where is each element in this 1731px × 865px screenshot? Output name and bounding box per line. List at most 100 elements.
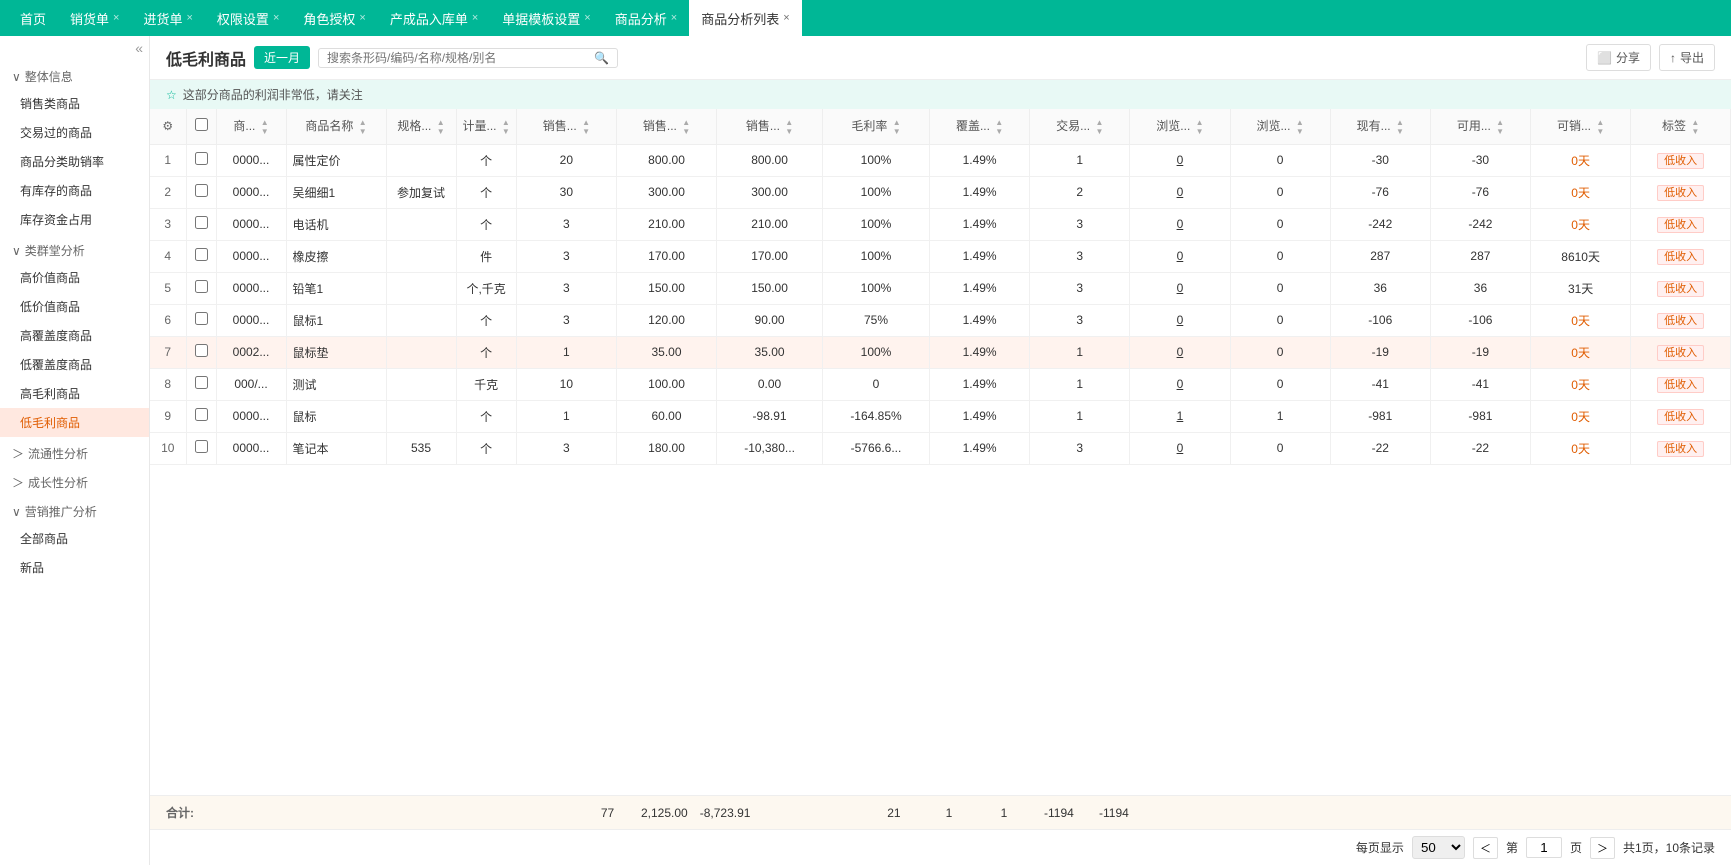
- cell-browse1[interactable]: 0: [1130, 176, 1230, 208]
- th-settings[interactable]: ⚙: [150, 109, 186, 144]
- cell-checkbox[interactable]: [186, 240, 216, 272]
- cell-checkbox[interactable]: [186, 304, 216, 336]
- cell-browse1[interactable]: 0: [1130, 272, 1230, 304]
- th-checkbox[interactable]: [186, 109, 216, 144]
- sidebar-item-high-margin[interactable]: 高毛利商品: [0, 379, 149, 408]
- th-unit[interactable]: 计量... ▲▼: [456, 109, 516, 144]
- row-checkbox[interactable]: [195, 376, 208, 389]
- sidebar-item-traded-goods[interactable]: 交易过的商品: [0, 118, 149, 147]
- cell-checkbox[interactable]: [186, 208, 216, 240]
- row-checkbox[interactable]: [195, 216, 208, 229]
- cell-browse1[interactable]: 0: [1130, 144, 1230, 176]
- per-page-select[interactable]: 50 100 200: [1412, 836, 1465, 859]
- row-checkbox[interactable]: [195, 280, 208, 293]
- th-spec[interactable]: 规格... ▲▼: [386, 109, 456, 144]
- th-tag[interactable]: 标签 ▲▼: [1631, 109, 1731, 144]
- row-checkbox[interactable]: [195, 344, 208, 357]
- cell-checkbox[interactable]: [186, 176, 216, 208]
- nav-product-analysis-label: 商品分析: [615, 9, 667, 28]
- row-checkbox[interactable]: [195, 152, 208, 165]
- cell-browse1[interactable]: 0: [1130, 368, 1230, 400]
- sidebar-item-in-stock[interactable]: 有库存的商品: [0, 176, 149, 205]
- sidebar-item-capital[interactable]: 库存资金占用: [0, 205, 149, 234]
- share-button[interactable]: ⬜ 分享: [1586, 44, 1651, 71]
- nav-template-settings[interactable]: 单据模板设置 ×: [490, 0, 602, 36]
- nav-role-auth[interactable]: 角色授权 ×: [291, 0, 377, 36]
- th-current-stock[interactable]: 现有... ▲▼: [1330, 109, 1430, 144]
- nav-product-analysis[interactable]: 商品分析 ×: [603, 0, 689, 36]
- nav-template-settings-close[interactable]: ×: [584, 12, 590, 24]
- nav-sales-order[interactable]: 销货单 ×: [58, 0, 131, 36]
- nav-product-analysis-close[interactable]: ×: [671, 12, 677, 24]
- cell-browse1[interactable]: 0: [1130, 304, 1230, 336]
- sidebar-group-overall[interactable]: ∨ 整体信息: [0, 60, 149, 89]
- nav-purchase-order[interactable]: 进货单 ×: [131, 0, 204, 36]
- sidebar-item-low-margin[interactable]: 低毛利商品: [0, 408, 149, 437]
- row-checkbox[interactable]: [195, 248, 208, 261]
- nav-purchase-order-close[interactable]: ×: [186, 12, 192, 24]
- th-cover-rate[interactable]: 覆盖... ▲▼: [930, 109, 1030, 144]
- nav-product-entry[interactable]: 产成品入库单 ×: [378, 0, 490, 36]
- sidebar-group-marketing[interactable]: ∨ 营销推广分析: [0, 495, 149, 524]
- row-checkbox[interactable]: [195, 408, 208, 421]
- select-all-checkbox[interactable]: [195, 118, 208, 131]
- next-page-button[interactable]: ＞: [1590, 837, 1615, 859]
- cell-checkbox[interactable]: [186, 400, 216, 432]
- sidebar-item-new-goods[interactable]: 新品: [0, 553, 149, 582]
- nav-product-analysis-list[interactable]: 商品分析列表 ×: [689, 0, 801, 36]
- sidebar-item-sales-goods[interactable]: 销售类商品: [0, 89, 149, 118]
- date-filter-button[interactable]: 近一月: [254, 46, 310, 69]
- nav-product-analysis-list-close[interactable]: ×: [783, 12, 789, 24]
- th-sale-qty[interactable]: 销售... ▲▼: [516, 109, 616, 144]
- search-input[interactable]: [327, 51, 594, 65]
- cell-checkbox[interactable]: [186, 144, 216, 176]
- nav-permission[interactable]: 权限设置 ×: [205, 0, 291, 36]
- nav-sales-order-close[interactable]: ×: [113, 12, 119, 24]
- sidebar-group-flow[interactable]: ＞ 流通性分析: [0, 437, 149, 466]
- row-checkbox[interactable]: [195, 184, 208, 197]
- th-sale-profit[interactable]: 销售... ▲▼: [717, 109, 823, 144]
- th-browse2[interactable]: 浏览... ▲▼: [1230, 109, 1330, 144]
- table-container[interactable]: ⚙ 商... ▲▼ 商品名称 ▲▼ 规格... ▲▼ 计量... ▲▼ 销售..…: [150, 109, 1731, 795]
- prev-page-button[interactable]: ＜: [1473, 837, 1498, 859]
- cell-available: -19: [1430, 336, 1530, 368]
- row-checkbox[interactable]: [195, 440, 208, 453]
- th-name[interactable]: 商品名称 ▲▼: [286, 109, 386, 144]
- page-number-input[interactable]: [1526, 837, 1562, 858]
- footer-cells: 77 2,125.00 -8,723.91 21 1 1 -1194 -1194: [214, 806, 1141, 820]
- sidebar-collapse-btn[interactable]: «: [135, 40, 143, 56]
- cell-checkbox[interactable]: [186, 272, 216, 304]
- sidebar-item-category-rate[interactable]: 商品分类助销率: [0, 147, 149, 176]
- nav-role-auth-close[interactable]: ×: [359, 12, 365, 24]
- row-checkbox[interactable]: [195, 312, 208, 325]
- cell-browse1[interactable]: 0: [1130, 432, 1230, 464]
- cell-browse1[interactable]: 0: [1130, 240, 1230, 272]
- cell-browse1[interactable]: 0: [1130, 208, 1230, 240]
- sidebar-item-low-value[interactable]: 低价值商品: [0, 292, 149, 321]
- th-code[interactable]: 商... ▲▼: [216, 109, 286, 144]
- sidebar-group-growth[interactable]: ＞ 成长性分析: [0, 466, 149, 495]
- nav-permission-close[interactable]: ×: [273, 12, 279, 24]
- sidebar-item-high-coverage[interactable]: 高覆盖度商品: [0, 321, 149, 350]
- nav-product-entry-close[interactable]: ×: [472, 12, 478, 24]
- export-button[interactable]: ↑ 导出: [1659, 44, 1715, 71]
- sidebar-group-cluster[interactable]: ∨ 类群堂分析: [0, 234, 149, 263]
- cell-checkbox[interactable]: [186, 432, 216, 464]
- tag-badge: 低收入: [1657, 441, 1704, 457]
- th-browse1[interactable]: 浏览... ▲▼: [1130, 109, 1230, 144]
- th-saleable[interactable]: 可销... ▲▼: [1531, 109, 1631, 144]
- cell-browse1[interactable]: 1: [1130, 400, 1230, 432]
- sidebar-item-all-goods[interactable]: 全部商品: [0, 524, 149, 553]
- th-gross-rate[interactable]: 毛利率 ▲▼: [823, 109, 930, 144]
- th-trade[interactable]: 交易... ▲▼: [1030, 109, 1130, 144]
- cell-checkbox[interactable]: [186, 368, 216, 400]
- nav-home[interactable]: 首页: [8, 0, 58, 36]
- sidebar-item-low-coverage[interactable]: 低覆盖度商品: [0, 350, 149, 379]
- cell-checkbox[interactable]: [186, 336, 216, 368]
- cell-browse1[interactable]: 0: [1130, 336, 1230, 368]
- cell-trade: 3: [1030, 432, 1130, 464]
- th-available[interactable]: 可用... ▲▼: [1430, 109, 1530, 144]
- search-icon[interactable]: 🔍: [594, 51, 609, 65]
- sidebar-item-high-value[interactable]: 高价值商品: [0, 263, 149, 292]
- th-sale-price[interactable]: 销售... ▲▼: [616, 109, 716, 144]
